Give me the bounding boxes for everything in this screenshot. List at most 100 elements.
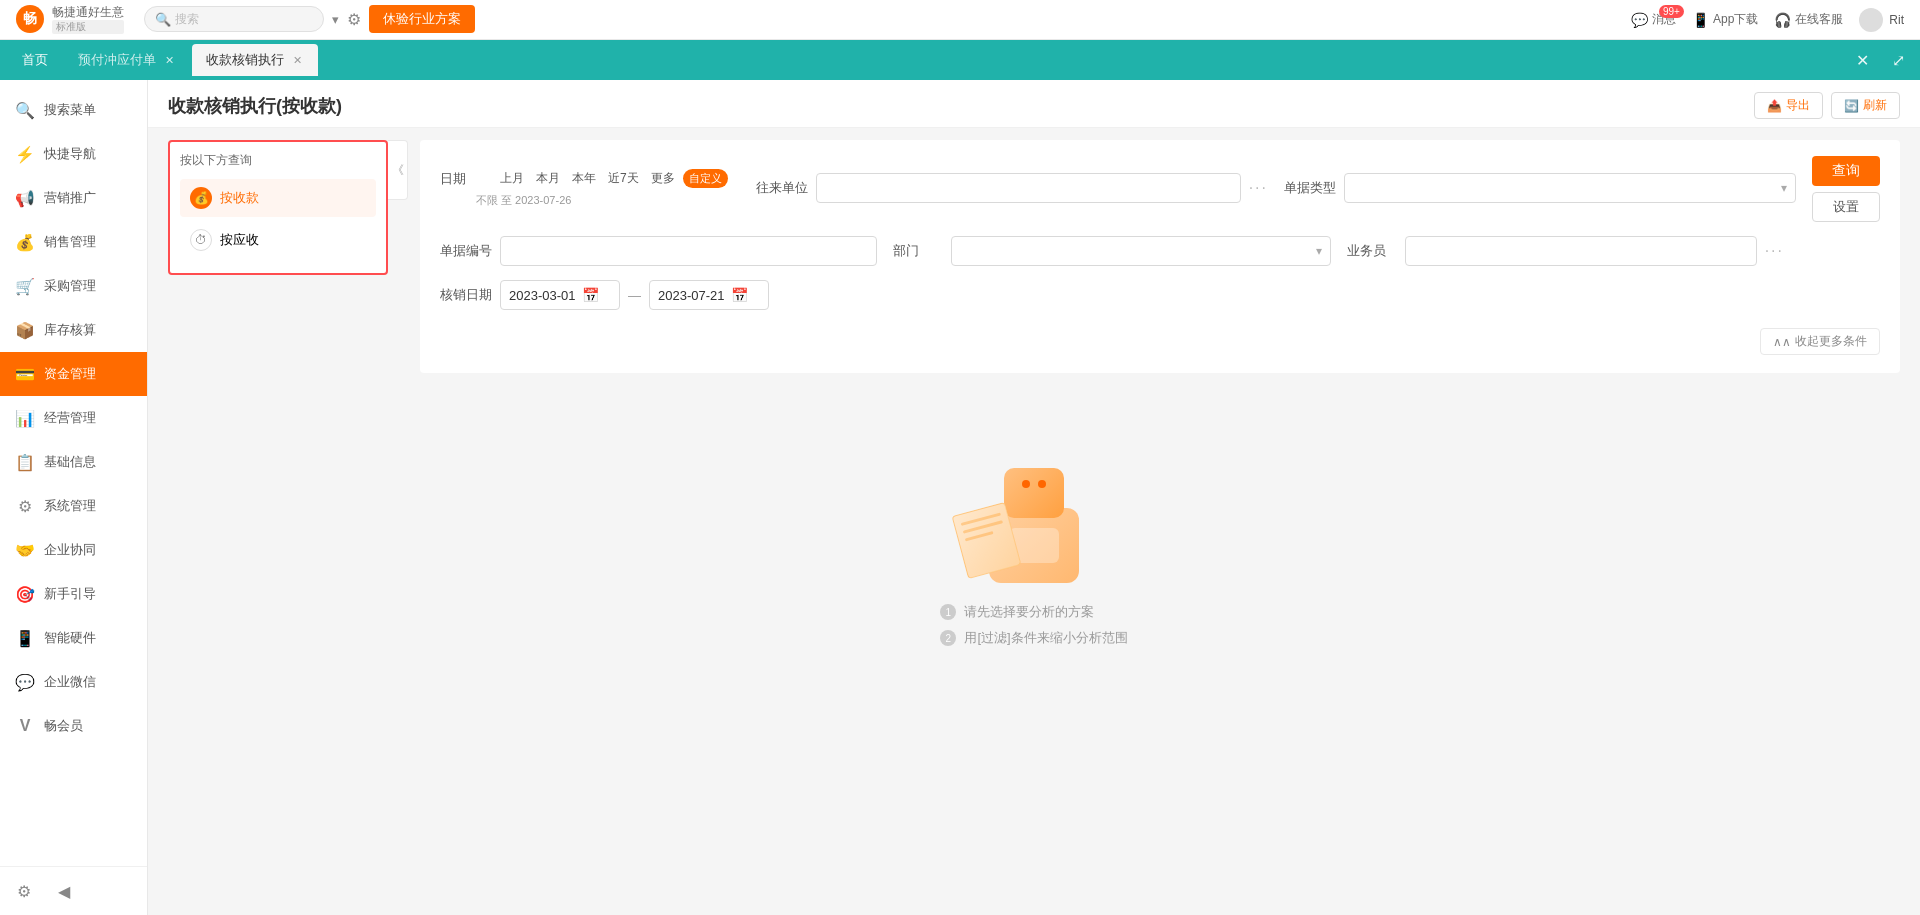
sidebar-item-search-menu[interactable]: 🔍 搜索菜单: [0, 88, 147, 132]
page-actions: 📤 导出 🔄 刷新: [1754, 92, 1900, 119]
enterprise-icon: 🤝: [16, 541, 34, 559]
date-btn-7days[interactable]: 近7天: [604, 168, 643, 189]
staff-input[interactable]: [1405, 236, 1757, 266]
doc-type-chevron: ▾: [1781, 181, 1787, 195]
receivable-icon: ⏱: [190, 229, 212, 251]
filter-by-receivable[interactable]: ⏱ 按应收: [180, 221, 376, 259]
empty-state: 1 请先选择要分析的方案 2 用[过滤]条件来缩小分析范围: [148, 373, 1920, 735]
main-layout: 🔍 搜索菜单 ⚡ 快捷导航 📢 营销推广 💰 销售管理 🛒 采购管理 📦: [0, 80, 1920, 915]
tab-home[interactable]: 首页: [8, 44, 62, 76]
content-area: 收款核销执行(按收款) 📤 导出 🔄 刷新 按以下方查询 💰: [148, 80, 1920, 915]
collapse-more-area: ∧∧ 收起更多条件: [440, 324, 1880, 359]
verify-date-end[interactable]: 2023-07-21 📅: [649, 280, 769, 310]
empty-hint-2: 2 用[过滤]条件来缩小分析范围: [940, 629, 1127, 647]
staff-dots[interactable]: ···: [1765, 242, 1784, 260]
sidebar-item-enterprise[interactable]: 🤝 企业协同: [0, 528, 147, 572]
date-btn-this-year[interactable]: 本年: [568, 168, 600, 189]
sidebar-item-member[interactable]: V 畅会员: [0, 704, 147, 748]
date-btn-more[interactable]: 更多: [647, 168, 679, 189]
doc-number-input[interactable]: [500, 236, 877, 266]
sidebar-item-basic-info[interactable]: 📋 基础信息: [0, 440, 147, 484]
date-no-limit: 不限 至 2023-07-26: [440, 193, 740, 208]
industry-btn[interactable]: 休验行业方案: [369, 5, 475, 33]
online-service-btn[interactable]: 🎧 在线客服: [1774, 11, 1843, 28]
counterparty-input[interactable]: [816, 173, 1241, 203]
robot-head: [1004, 468, 1064, 518]
message-badge: 99+: [1659, 5, 1684, 18]
query-actions: 查询 设置: [1812, 156, 1880, 222]
operation-icon: 📊: [16, 409, 34, 427]
tab-prepay[interactable]: 预付冲应付单 ✕: [64, 44, 190, 76]
marketing-icon: 📢: [16, 189, 34, 207]
sidebar-item-quick-nav[interactable]: ⚡ 快捷导航: [0, 132, 147, 176]
robot-eye-right: [1038, 480, 1046, 488]
tab-receipt-offset-close[interactable]: ✕: [290, 53, 304, 67]
topbar-gear-icon[interactable]: ⚙: [347, 10, 361, 29]
app-logo: 畅: [16, 5, 44, 33]
sidebar-item-system[interactable]: ⚙ 系统管理: [0, 484, 147, 528]
empty-hint-1: 1 请先选择要分析的方案: [940, 603, 1127, 621]
sidebar-item-marketing[interactable]: 📢 营销推广: [0, 176, 147, 220]
sidebar-nav: 🔍 搜索菜单 ⚡ 快捷导航 📢 营销推广 💰 销售管理 🛒 采购管理 📦: [0, 80, 147, 866]
sidebar-item-inventory[interactable]: 📦 库存核算: [0, 308, 147, 352]
sidebar-footer: ⚙ ◀: [0, 866, 147, 915]
topbar-right: 💬 消息 99+ 📱 App下载 🎧 在线客服 Rit: [1631, 8, 1904, 32]
sidebar-item-guide[interactable]: 🎯 新手引导: [0, 572, 147, 616]
verify-date-start[interactable]: 2023-03-01 📅: [500, 280, 620, 310]
filter-box: 按以下方查询 💰 按收款 ⏱ 按应收: [168, 140, 388, 275]
sidebar-item-wechat[interactable]: 💬 企业微信: [0, 660, 147, 704]
doc-type-field: 单据类型 ▾: [1284, 173, 1796, 203]
user-avatar-area[interactable]: Rit: [1859, 8, 1904, 32]
doc-number-label: 单据编号: [440, 242, 492, 260]
staff-field: 业务员 ···: [1347, 236, 1784, 266]
topbar-left: 畅 畅捷通好生意 标准版 🔍 搜索 ▾ ⚙ 休验行业方案: [16, 5, 475, 33]
chevron-up-icon: ∧∧: [1773, 335, 1791, 349]
doc-type-select[interactable]: ▾: [1344, 173, 1796, 203]
sidebar-item-smart-hw[interactable]: 📱 智能硬件: [0, 616, 147, 660]
date-btn-last-month[interactable]: 上月: [496, 168, 528, 189]
close-window-btn[interactable]: ✕: [1848, 46, 1876, 74]
collapse-more-btn[interactable]: ∧∧ 收起更多条件: [1760, 328, 1880, 355]
sidebar-collapse-btn[interactable]: ◀: [48, 875, 80, 907]
date-label: 日期: [440, 170, 490, 188]
department-field: 部门 ▾: [893, 236, 1330, 266]
member-icon: V: [16, 717, 34, 735]
date-btn-this-month[interactable]: 本月: [532, 168, 564, 189]
refresh-btn[interactable]: 🔄 刷新: [1831, 92, 1900, 119]
empty-hints: 1 请先选择要分析的方案 2 用[过滤]条件来缩小分析范围: [940, 603, 1127, 655]
setting-btn[interactable]: 设置: [1812, 192, 1880, 222]
tab-receipt-offset[interactable]: 收款核销执行 ✕: [192, 44, 318, 76]
filter-row-3: 核销日期 2023-03-01 📅 — 2023-07-21 📅: [440, 280, 1880, 310]
calendar-end-icon: 📅: [731, 287, 748, 303]
date-btn-custom[interactable]: 自定义: [683, 169, 728, 188]
receipt-icon: 💰: [190, 187, 212, 209]
filter-by-receipt[interactable]: 💰 按收款: [180, 179, 376, 217]
brand-name: 畅捷通好生意: [52, 5, 124, 19]
topbar-dropdown-icon[interactable]: ▾: [332, 12, 339, 27]
doc-type-label: 单据类型: [1284, 179, 1336, 197]
system-icon: ⚙: [16, 497, 34, 515]
export-btn[interactable]: 📤 导出: [1754, 92, 1823, 119]
maximize-btn[interactable]: ⤢: [1884, 46, 1912, 74]
topbar-search-placeholder[interactable]: 搜索: [175, 11, 199, 28]
verify-date-label: 核销日期: [440, 286, 492, 304]
counterparty-dots[interactable]: ···: [1249, 179, 1268, 197]
robot-eyes: [1004, 468, 1064, 488]
tab-prepay-close[interactable]: ✕: [162, 53, 176, 67]
filter-row-1: 日期 上月 本月 本年 近7天 更多 自定义 不限 至 2023-0: [440, 154, 1880, 222]
app-download-btn[interactable]: 📱 App下载: [1692, 11, 1758, 28]
sidebar-settings-btn[interactable]: ⚙: [8, 875, 40, 907]
sidebar-item-operation[interactable]: 📊 经营管理: [0, 396, 147, 440]
smart-hw-icon: 📱: [16, 629, 34, 647]
sidebar-item-finance[interactable]: 💳 资金管理: [0, 352, 147, 396]
inventory-icon: 📦: [16, 321, 34, 339]
filter-collapse-btn[interactable]: 《: [388, 140, 408, 200]
department-select[interactable]: ▾: [951, 236, 1330, 266]
robot-eye-left: [1022, 480, 1030, 488]
sidebar-item-purchase[interactable]: 🛒 采购管理: [0, 264, 147, 308]
query-btn[interactable]: 查询: [1812, 156, 1880, 186]
sidebar-item-sales[interactable]: 💰 销售管理: [0, 220, 147, 264]
filter-box-title: 按以下方查询: [180, 152, 376, 169]
empty-illustration: [954, 453, 1114, 583]
message-btn[interactable]: 💬 消息 99+: [1631, 11, 1676, 28]
